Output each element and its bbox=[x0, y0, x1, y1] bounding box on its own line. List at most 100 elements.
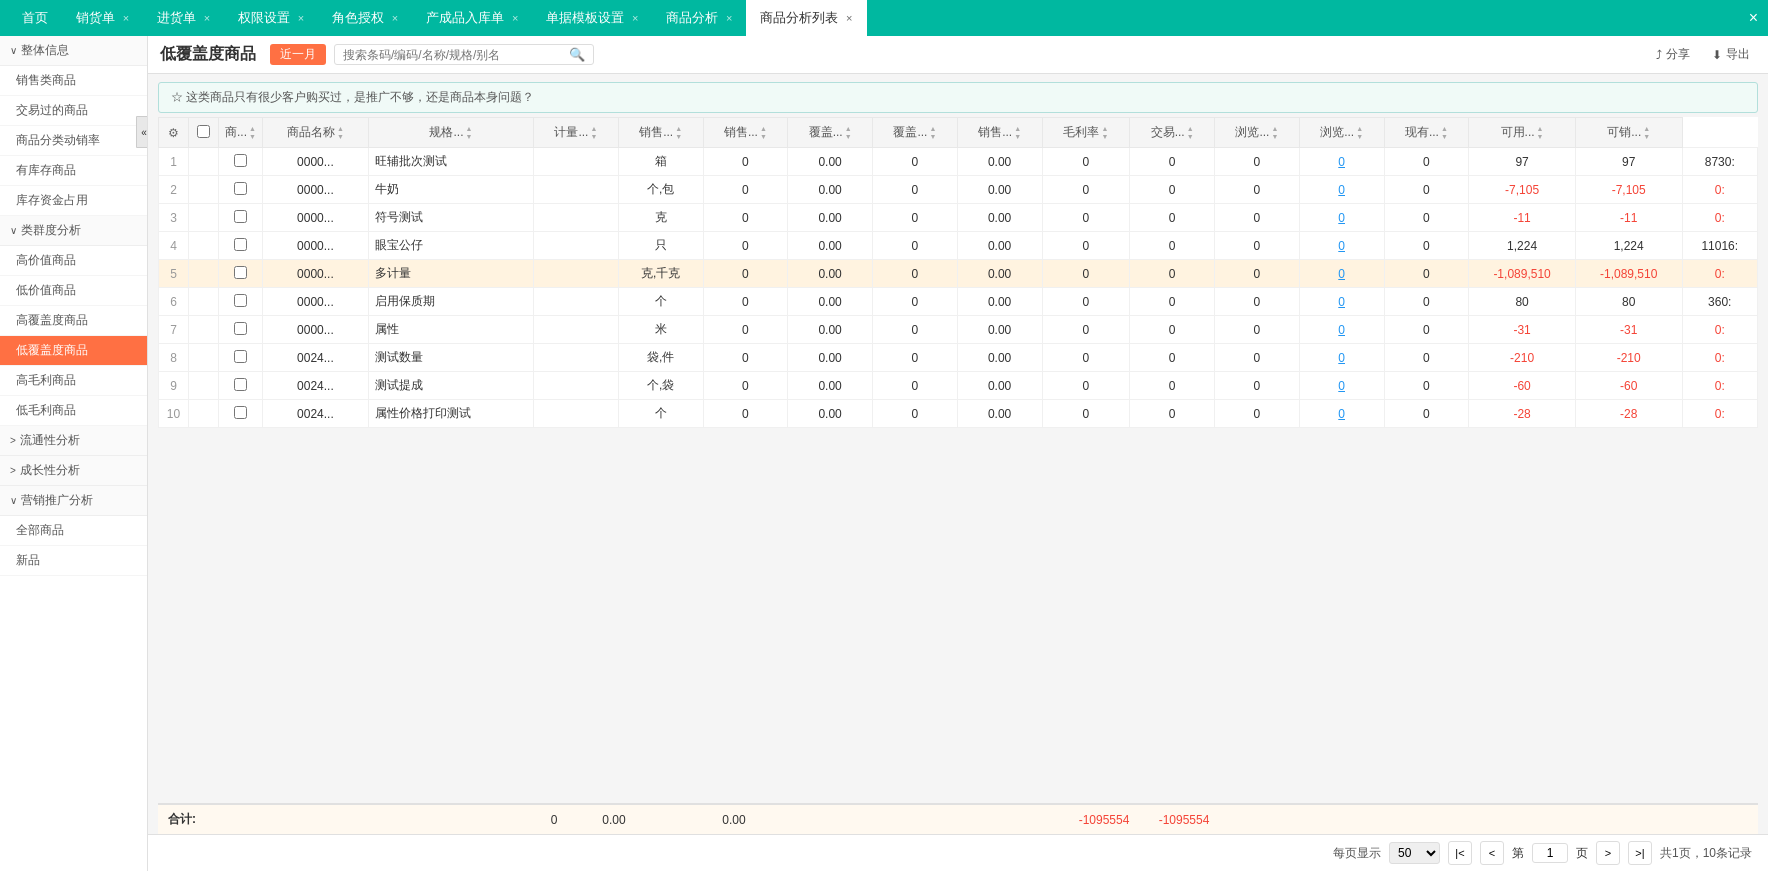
col-stock-current[interactable]: 现有...▲▼ bbox=[1384, 118, 1469, 148]
col-settings[interactable]: ⚙ bbox=[159, 118, 189, 148]
row-checkbox[interactable] bbox=[219, 176, 263, 204]
sidebar-item-in-stock[interactable]: 有库存商品 bbox=[0, 156, 147, 186]
col-transaction[interactable]: 交易...▲▼ bbox=[1130, 118, 1215, 148]
per-page-select[interactable]: 50 100 200 bbox=[1389, 842, 1440, 864]
row-checkbox[interactable] bbox=[219, 148, 263, 176]
row-browse1[interactable]: 0 bbox=[1299, 232, 1384, 260]
nav-tab-roles[interactable]: 角色授权 × bbox=[318, 0, 412, 36]
sidebar-item-high-margin[interactable]: 高毛利商品 bbox=[0, 366, 147, 396]
sidebar-section-growth[interactable]: > 成长性分析 bbox=[0, 456, 147, 486]
nav-tab-analysis-close[interactable]: × bbox=[726, 12, 732, 24]
nav-tab-home[interactable]: 首页 bbox=[8, 0, 62, 36]
time-filter-btn[interactable]: 近一月 bbox=[270, 44, 326, 65]
row-checkbox[interactable] bbox=[219, 316, 263, 344]
row-checkbox[interactable] bbox=[219, 232, 263, 260]
row-checkbox[interactable] bbox=[219, 372, 263, 400]
row-browse1[interactable]: 0 bbox=[1299, 204, 1384, 232]
nav-close-all[interactable]: × bbox=[1749, 9, 1758, 27]
row-gross-margin: 0 bbox=[1130, 316, 1215, 344]
row-settings[interactable] bbox=[189, 372, 219, 400]
row-browse1[interactable]: 0 bbox=[1299, 176, 1384, 204]
sidebar-item-new-goods[interactable]: 新品 bbox=[0, 546, 147, 576]
row-checkbox[interactable] bbox=[219, 260, 263, 288]
sidebar-item-traded-goods[interactable]: 交易过的商品 bbox=[0, 96, 147, 126]
col-name[interactable]: 商品名称▲▼ bbox=[262, 118, 368, 148]
col-sales-days[interactable]: 销售...▲▼ bbox=[957, 118, 1042, 148]
row-stock-current: -7,105 bbox=[1469, 176, 1576, 204]
nav-tab-products[interactable]: 产成品入库单 × bbox=[412, 0, 532, 36]
row-settings[interactable] bbox=[189, 400, 219, 428]
col-unit[interactable]: 计量...▲▼ bbox=[534, 118, 619, 148]
sidebar-item-low-coverage[interactable]: 低覆盖度商品 bbox=[0, 336, 147, 366]
nav-tab-sales-close[interactable]: × bbox=[123, 12, 129, 24]
col-browse2[interactable]: 浏览...▲▼ bbox=[1299, 118, 1384, 148]
page-prev-btn[interactable]: < bbox=[1480, 841, 1504, 865]
col-gross-margin[interactable]: 毛利率▲▼ bbox=[1042, 118, 1130, 148]
nav-tab-permissions[interactable]: 权限设置 × bbox=[224, 0, 318, 36]
row-browse1[interactable]: 0 bbox=[1299, 344, 1384, 372]
col-sales-qty[interactable]: 销售...▲▼ bbox=[618, 118, 703, 148]
share-btn[interactable]: ⤴ 分享 bbox=[1650, 44, 1696, 65]
export-label: 导出 bbox=[1726, 46, 1750, 63]
row-browse1[interactable]: 0 bbox=[1299, 372, 1384, 400]
nav-tab-analysis-list[interactable]: 商品分析列表 × bbox=[746, 0, 866, 36]
nav-tab-sales[interactable]: 销货单 × bbox=[62, 0, 143, 36]
sidebar-item-stock-funds[interactable]: 库存资金占用 bbox=[0, 186, 147, 216]
row-checkbox[interactable] bbox=[219, 344, 263, 372]
nav-tab-analysis[interactable]: 商品分析 × bbox=[652, 0, 746, 36]
header-actions: ⤴ 分享 ⬇ 导出 bbox=[1650, 44, 1756, 65]
sidebar-item-category-rate[interactable]: 商品分类动销率 bbox=[0, 126, 147, 156]
row-browse1[interactable]: 0 bbox=[1299, 288, 1384, 316]
col-stock-avail[interactable]: 可用...▲▼ bbox=[1469, 118, 1576, 148]
row-browse1[interactable]: 0 bbox=[1299, 400, 1384, 428]
sidebar-item-high-value[interactable]: 高价值商品 bbox=[0, 246, 147, 276]
col-sales-amount[interactable]: 销售...▲▼ bbox=[703, 118, 788, 148]
row-settings[interactable] bbox=[189, 148, 219, 176]
nav-tab-products-close[interactable]: × bbox=[512, 12, 518, 24]
row-settings[interactable] bbox=[189, 260, 219, 288]
sidebar-section-circulation[interactable]: > 流通性分析 bbox=[0, 426, 147, 456]
sidebar-item-all-goods[interactable]: 全部商品 bbox=[0, 516, 147, 546]
sidebar-item-sales-goods[interactable]: 销售类商品 bbox=[0, 66, 147, 96]
row-settings[interactable] bbox=[189, 288, 219, 316]
row-settings[interactable] bbox=[189, 316, 219, 344]
row-browse1[interactable]: 0 bbox=[1299, 148, 1384, 176]
page-first-btn[interactable]: |< bbox=[1448, 841, 1472, 865]
page-next-btn[interactable]: > bbox=[1596, 841, 1620, 865]
row-browse1[interactable]: 0 bbox=[1299, 316, 1384, 344]
col-browse1[interactable]: 浏览...▲▼ bbox=[1215, 118, 1300, 148]
row-checkbox[interactable] bbox=[219, 400, 263, 428]
row-settings[interactable] bbox=[189, 176, 219, 204]
sidebar-section-overall[interactable]: ∨ 整体信息 bbox=[0, 36, 147, 66]
row-settings[interactable] bbox=[189, 204, 219, 232]
row-transaction: 0 bbox=[1215, 344, 1300, 372]
sidebar-item-low-margin[interactable]: 低毛利商品 bbox=[0, 396, 147, 426]
search-input[interactable] bbox=[343, 48, 569, 62]
select-all-checkbox[interactable] bbox=[197, 125, 210, 138]
nav-tab-template-close[interactable]: × bbox=[632, 12, 638, 24]
nav-tab-purchase[interactable]: 进货单 × bbox=[143, 0, 224, 36]
sidebar-item-high-coverage[interactable]: 高覆盖度商品 bbox=[0, 306, 147, 336]
row-checkbox[interactable] bbox=[219, 204, 263, 232]
col-coverage1[interactable]: 覆盖...▲▼ bbox=[788, 118, 873, 148]
row-settings[interactable] bbox=[189, 232, 219, 260]
page-input[interactable] bbox=[1532, 843, 1568, 863]
nav-tab-analysis-list-close[interactable]: × bbox=[846, 12, 852, 24]
col-spec[interactable]: 规格...▲▼ bbox=[368, 118, 533, 148]
sidebar-section-marketing[interactable]: ∨ 营销推广分析 bbox=[0, 486, 147, 516]
nav-tab-roles-close[interactable]: × bbox=[392, 12, 398, 24]
nav-tab-template[interactable]: 单据模板设置 × bbox=[532, 0, 652, 36]
col-coverage2[interactable]: 覆盖...▲▼ bbox=[873, 118, 958, 148]
row-browse1[interactable]: 0 bbox=[1299, 260, 1384, 288]
col-code[interactable]: 商...▲▼ bbox=[219, 118, 263, 148]
sidebar-section-cluster[interactable]: ∨ 类群度分析 bbox=[0, 216, 147, 246]
sidebar-item-low-value[interactable]: 低价值商品 bbox=[0, 276, 147, 306]
page-last-btn[interactable]: >| bbox=[1628, 841, 1652, 865]
sidebar-collapse-btn[interactable]: « bbox=[136, 116, 148, 148]
col-stock-sale[interactable]: 可销...▲▼ bbox=[1575, 118, 1682, 148]
row-checkbox[interactable] bbox=[219, 288, 263, 316]
nav-tab-permissions-close[interactable]: × bbox=[298, 12, 304, 24]
nav-tab-purchase-close[interactable]: × bbox=[204, 12, 210, 24]
row-settings[interactable] bbox=[189, 344, 219, 372]
export-btn[interactable]: ⬇ 导出 bbox=[1706, 44, 1756, 65]
